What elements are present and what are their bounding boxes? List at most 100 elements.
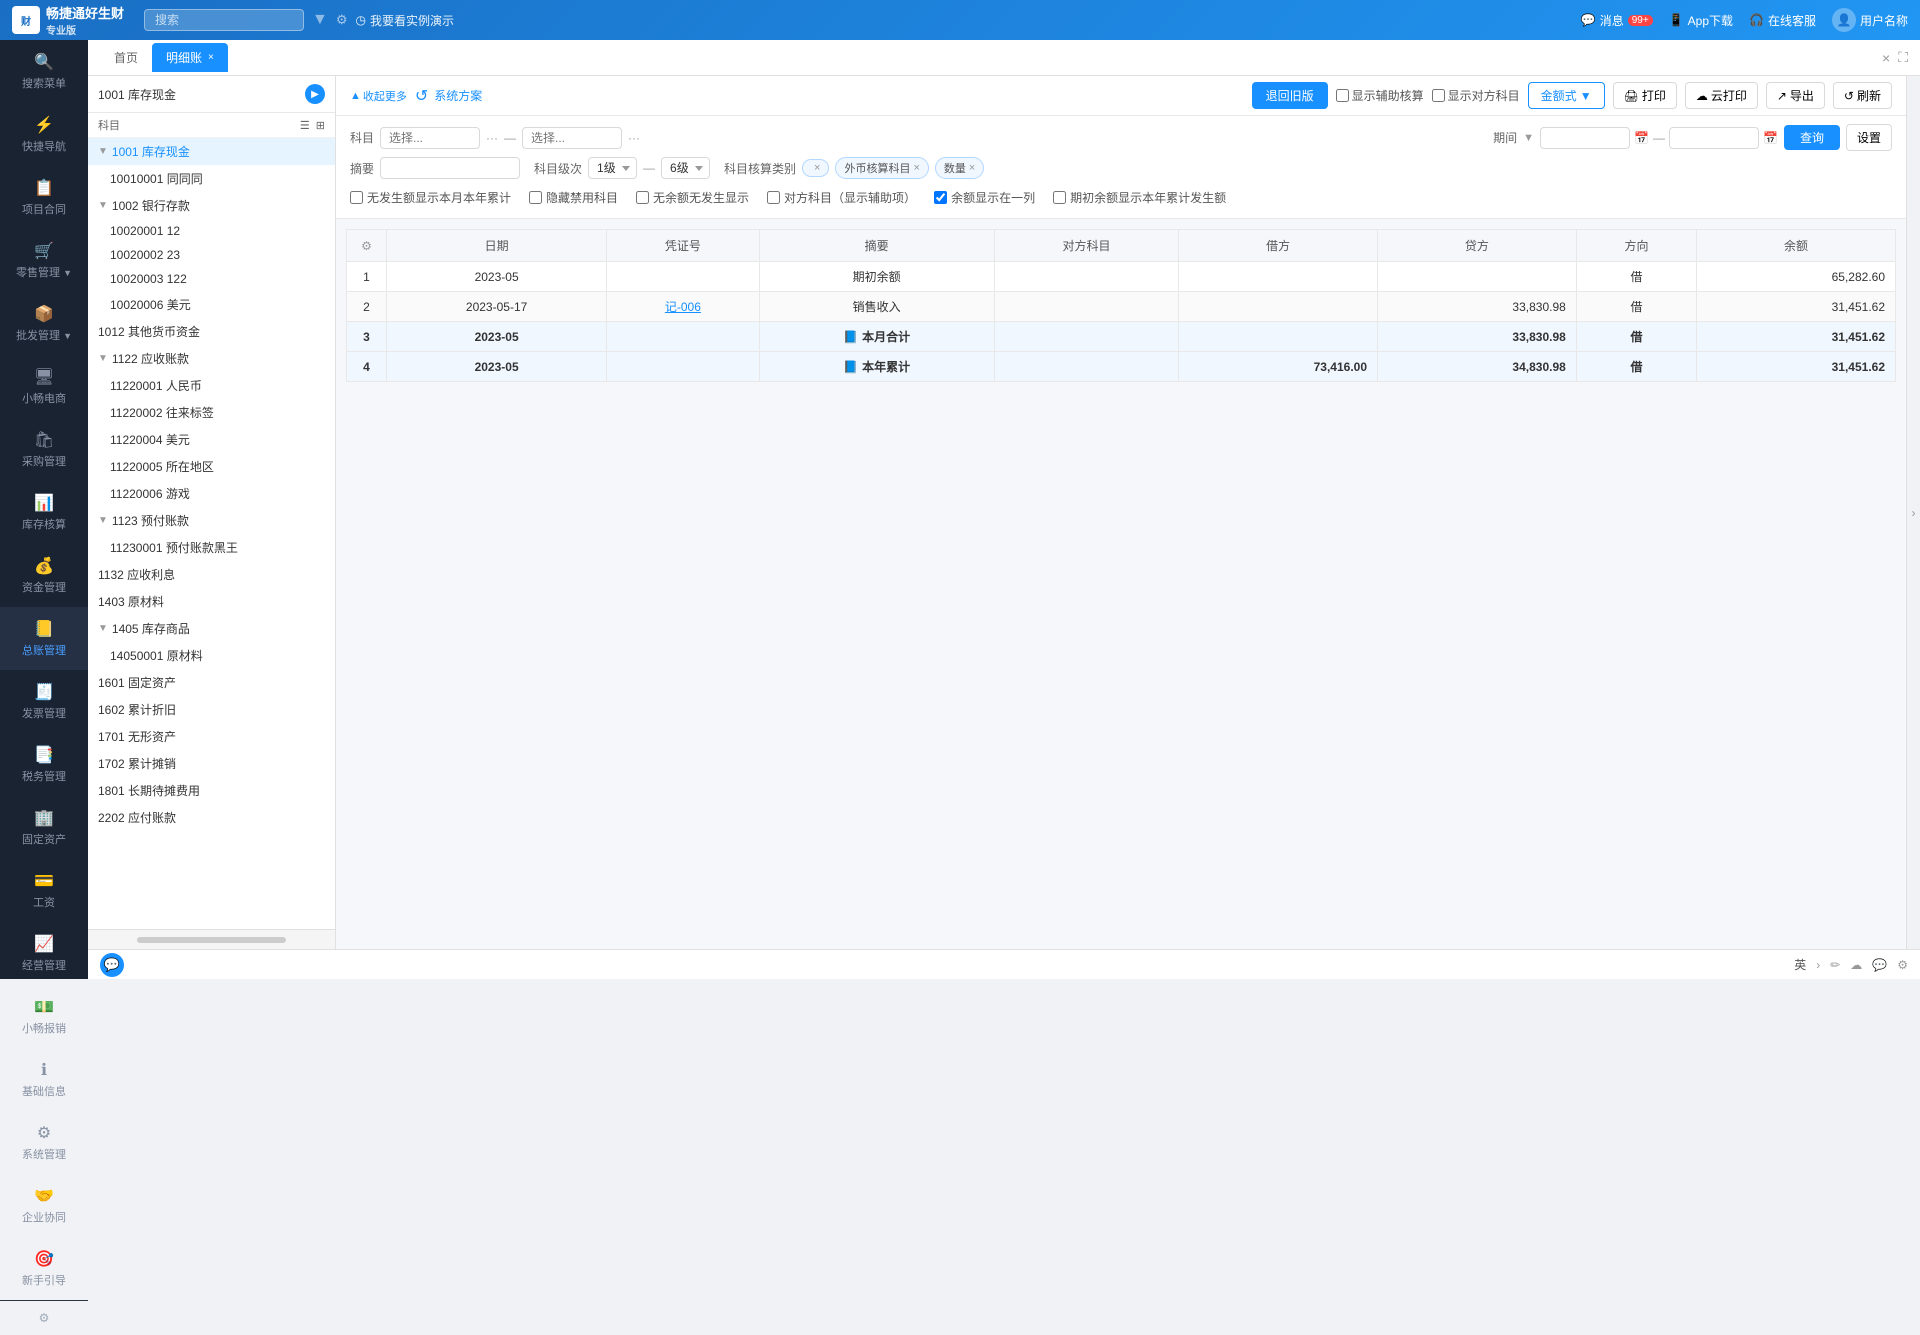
subject-input-end[interactable]	[522, 127, 622, 149]
period-start-input[interactable]: 2023-05	[1540, 127, 1630, 149]
app-download-btn[interactable]: 📱 App下载	[1669, 12, 1733, 29]
sidebar-item-retail[interactable]: 🛒 零售管理 ▼	[0, 229, 88, 292]
tree-node-1012[interactable]: 1012 其他货币资金	[88, 318, 335, 345]
messages-btn[interactable]: 💬 消息 99+	[1581, 12, 1653, 29]
tree-node-1122[interactable]: ▼ 1122 应收账款	[88, 345, 335, 372]
tag-close-foreign[interactable]: ×	[913, 162, 919, 174]
refresh-btn[interactable]: ↺ 刷新	[1833, 82, 1892, 109]
level-to-select[interactable]: 6级	[661, 157, 710, 179]
cloud-print-btn[interactable]: ☁ 云打印	[1685, 82, 1758, 109]
demo-link[interactable]: ◷ 我要看实例演示	[356, 12, 455, 29]
bottom-chat-icon[interactable]: 💬	[1872, 958, 1887, 972]
level-from-select[interactable]: 1级	[588, 157, 637, 179]
sidebar-settings[interactable]: ⚙	[0, 1300, 88, 1335]
tag-foreign[interactable]: 外币核算科目 ×	[835, 157, 928, 179]
tree-expand-icon[interactable]: ⊞	[316, 119, 325, 132]
show-opposite-checkbox[interactable]	[1432, 89, 1445, 102]
show-aux-checkbox[interactable]	[1336, 89, 1349, 102]
collapse-more-btn[interactable]: ▲ 收起更多	[350, 88, 407, 104]
bottom-arrow-icon[interactable]: ›	[1816, 958, 1820, 972]
tree-node-11220002[interactable]: 11220002 往来标签	[88, 399, 335, 426]
subject-input[interactable]	[380, 127, 480, 149]
period-end-input[interactable]: 2023-05	[1669, 127, 1759, 149]
tab-home[interactable]: 首页	[100, 43, 152, 72]
tree-node-10020003[interactable]: 10020003 122	[88, 267, 335, 291]
right-sidebar-toggle[interactable]: ›	[1906, 76, 1920, 949]
sidebar-item-sysadmin[interactable]: ⚙ 系统管理	[0, 1111, 88, 1174]
bottom-edit-icon[interactable]: ✏	[1830, 958, 1840, 972]
tree-node-1701[interactable]: 1701 无形资产	[88, 723, 335, 750]
tree-nav-btn[interactable]: ▶	[305, 84, 325, 104]
tree-node-11220004[interactable]: 11220004 美元	[88, 426, 335, 453]
sidebar-item-funds[interactable]: 💰 资金管理	[0, 544, 88, 607]
tag-quantity[interactable]: 数量 ×	[935, 157, 984, 179]
tree-node-1132[interactable]: 1132 应收利息	[88, 561, 335, 588]
chat-bottom-icon[interactable]: 💬	[100, 953, 124, 977]
tree-node-1601[interactable]: 1601 固定资产	[88, 669, 335, 696]
tree-node-1001[interactable]: ▼ 1001 库存现金	[88, 138, 335, 165]
sidebar-item-guide[interactable]: 🎯 新手引导	[0, 1237, 88, 1300]
tree-node-14050001[interactable]: 14050001 原材料	[88, 642, 335, 669]
search-btn[interactable]: 查询	[1784, 125, 1840, 150]
sidebar-item-purchase[interactable]: 🛍 采购管理	[0, 418, 88, 481]
lang-en-btn[interactable]: 英	[1794, 956, 1806, 973]
tree-node-11220001[interactable]: 11220001 人民币	[88, 372, 335, 399]
bottom-settings-icon[interactable]: ⚙	[1897, 958, 1908, 972]
table-settings-icon[interactable]: ⚙	[361, 239, 372, 253]
settings-icon[interactable]: ⚙	[336, 12, 348, 28]
bottom-cloud-icon[interactable]: ☁	[1850, 958, 1862, 972]
sidebar-item-tax[interactable]: 📑 税务管理	[0, 733, 88, 796]
tree-node-2202[interactable]: 2202 应付账款	[88, 804, 335, 831]
scheme-btn[interactable]: 系统方案	[434, 87, 482, 104]
sidebar-item-wholesale[interactable]: 📦 批发管理 ▼	[0, 292, 88, 355]
print-btn[interactable]: 🖨 打印	[1613, 82, 1677, 109]
sidebar-item-basics[interactable]: ℹ 基础信息	[0, 1048, 88, 1111]
tag-normal[interactable]: ×	[802, 159, 829, 177]
tag-close-quantity[interactable]: ×	[969, 162, 975, 174]
scheme-reset-icon[interactable]: ↺	[415, 86, 428, 106]
tree-list-icon[interactable]: ☰	[300, 119, 310, 132]
sidebar-item-inventory[interactable]: 📊 库存核算	[0, 481, 88, 544]
cb-hide-disabled-input[interactable]	[529, 191, 542, 204]
tree-node-1403[interactable]: 1403 原材料	[88, 588, 335, 615]
sidebar-item-search[interactable]: 🔍 搜索菜单	[0, 40, 88, 103]
sidebar-item-mgmt[interactable]: 📈 经营管理	[0, 922, 88, 985]
sidebar-item-salary[interactable]: 💳 工资	[0, 859, 88, 922]
cb-no-balance2-input[interactable]	[636, 191, 649, 204]
sidebar-item-project[interactable]: 📋 项目合同	[0, 166, 88, 229]
cb-opening-input[interactable]	[1053, 191, 1066, 204]
sidebar-item-ledger[interactable]: 📒 总账管理	[0, 607, 88, 670]
user-area[interactable]: 👤 用户名称	[1832, 8, 1908, 32]
sidebar-item-quicknav[interactable]: ⚡ 快捷导航	[0, 103, 88, 166]
tree-node-1602[interactable]: 1602 累计折旧	[88, 696, 335, 723]
tree-node-1002[interactable]: ▼ 1002 银行存款	[88, 192, 335, 219]
cb-opposite-input[interactable]	[767, 191, 780, 204]
tree-node-11220006[interactable]: 11220006 游戏	[88, 480, 335, 507]
online-service-btn[interactable]: 🎧 在线客服	[1749, 12, 1816, 29]
sidebar-item-collab[interactable]: 🤝 企业协同	[0, 1174, 88, 1237]
sidebar-item-ecommerce[interactable]: 🖥 小畅电商	[0, 355, 88, 418]
voucher-link[interactable]: 记-006	[665, 300, 701, 314]
cb-balance-col-input[interactable]	[934, 191, 947, 204]
tree-node-1801[interactable]: 1801 长期待摊费用	[88, 777, 335, 804]
close-panel-btn[interactable]: ×	[1882, 50, 1890, 66]
tree-node-1702[interactable]: 1702 累计摊销	[88, 750, 335, 777]
tag-close-normal[interactable]: ×	[814, 162, 820, 174]
amount-format-btn[interactable]: 金额式 ▼	[1528, 82, 1605, 109]
tree-node-1405[interactable]: ▼ 1405 库存商品	[88, 615, 335, 642]
expand-panel-btn[interactable]: ⛶	[1898, 49, 1908, 66]
sidebar-item-invoice[interactable]: 🧾 发票管理	[0, 670, 88, 733]
sidebar-item-expense[interactable]: 💵 小畅报销	[0, 985, 88, 1048]
tree-node-1123[interactable]: ▼ 1123 预付账款	[88, 507, 335, 534]
tree-node-11230001[interactable]: 11230001 预付账款黑王	[88, 534, 335, 561]
tree-horizontal-scroll[interactable]	[137, 937, 285, 943]
search-input[interactable]	[144, 9, 304, 31]
export-btn[interactable]: ↗ 导出	[1766, 82, 1825, 109]
tree-node-10010001[interactable]: 10010001 同同同	[88, 165, 335, 192]
tree-node-10020001[interactable]: 10020001 12	[88, 219, 335, 243]
summary-input[interactable]	[380, 157, 520, 179]
filter-settings-btn[interactable]: 设置	[1846, 124, 1892, 151]
tab-detail[interactable]: 明细账 ×	[152, 43, 228, 72]
cb-no-balance-input[interactable]	[350, 191, 363, 204]
tree-node-11220005[interactable]: 11220005 所在地区	[88, 453, 335, 480]
